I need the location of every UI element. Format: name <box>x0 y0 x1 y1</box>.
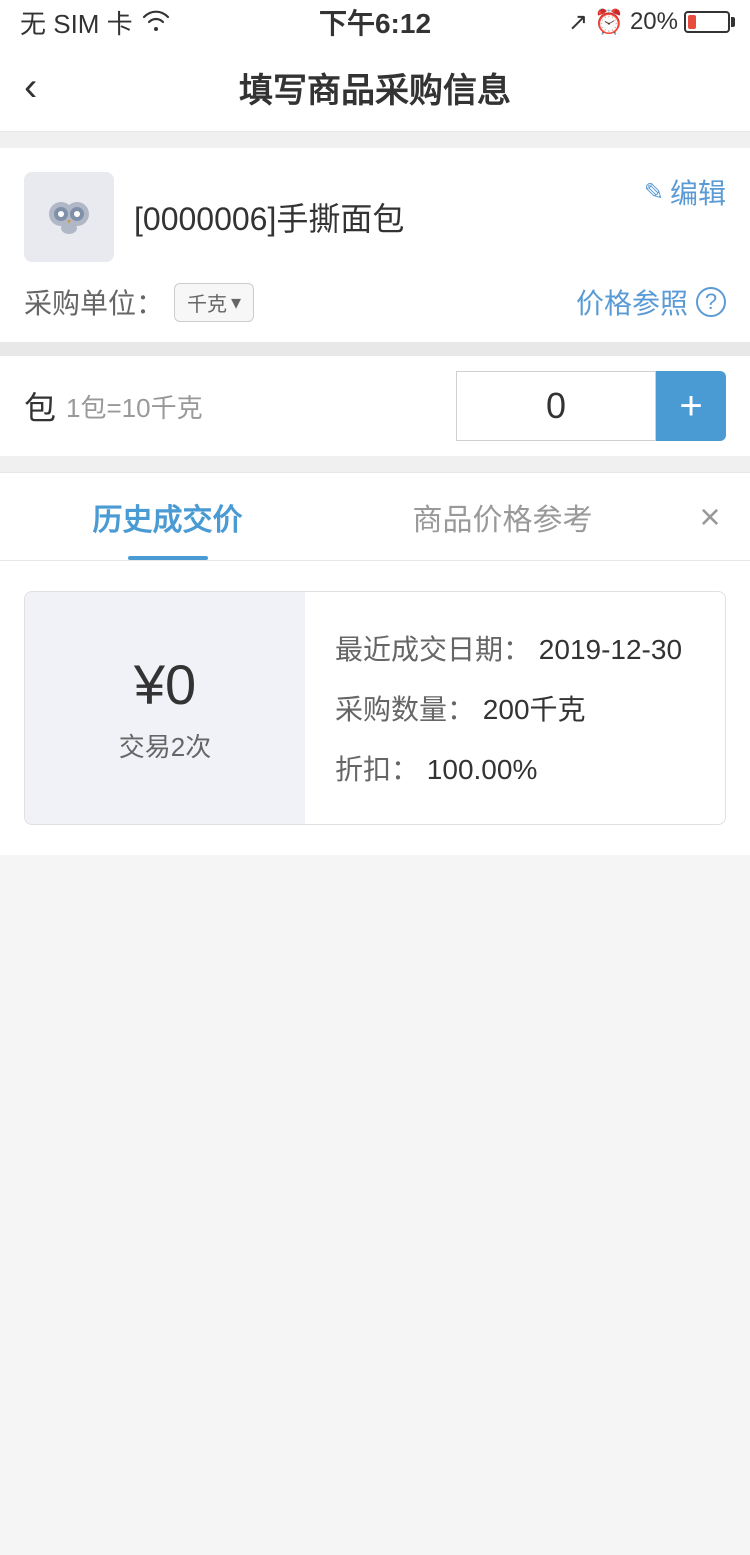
tab-history-label: 历史成交价 <box>93 495 243 539</box>
battery-icon <box>684 11 730 33</box>
package-label: 包 <box>24 383 56 429</box>
unit-select[interactable]: 千克 ▾ <box>174 283 254 322</box>
product-left: [0000006]手撕面包 <box>24 172 404 262</box>
alarm-icon: ⏰ <box>594 8 624 37</box>
product-name: [0000006]手撕面包 <box>134 194 404 240</box>
battery-percent: 20% <box>630 8 678 36</box>
purchase-qty-row: 采购数量： 200千克 <box>335 688 695 728</box>
product-section: [0000006]手撕面包 ✎ 编辑 采购单位： 千克 ▾ 价格参照 ? <box>0 148 750 342</box>
quantity-section: 包 1包=10千克 + <box>0 356 750 456</box>
tab-active-underline <box>128 556 208 560</box>
latest-date-row: 最近成交日期： 2019-12-30 <box>335 628 695 668</box>
section-divider <box>0 342 750 356</box>
tab-price-ref-label: 商品价格参考 <box>413 495 593 539</box>
status-bar: 无 SIM 卡 下午6:12 ↗ ⏰ 20% <box>0 0 750 44</box>
status-right: ↗ ⏰ 20% <box>568 8 730 37</box>
nav-bar: ‹ 填写商品采购信息 <box>0 44 750 132</box>
gps-icon: ↗ <box>568 8 588 37</box>
price-ref-label: 价格参照 <box>576 282 688 322</box>
tab-close-button[interactable]: × <box>670 496 750 538</box>
quantity-controls: + <box>456 371 726 441</box>
product-unit-row: 采购单位： 千克 ▾ 价格参照 ? <box>24 282 726 322</box>
close-icon: × <box>699 496 720 538</box>
tab-section: 历史成交价 商品价格参考 × ¥0 交易2次 最近成交日期： 2019-12-3… <box>0 472 750 855</box>
product-header: [0000006]手撕面包 ✎ 编辑 <box>24 172 726 262</box>
status-time: 下午6:12 <box>319 2 431 42</box>
edit-label: 编辑 <box>670 172 726 212</box>
latest-date-label: 最近成交日期： <box>335 634 531 665</box>
purchase-qty-value: 200千克 <box>483 694 586 725</box>
discount-value: 100.00% <box>427 754 538 785</box>
dropdown-icon: ▾ <box>231 290 241 315</box>
discount-label: 折扣： <box>335 754 419 785</box>
page-title: 填写商品采购信息 <box>239 63 511 112</box>
status-left: 无 SIM 卡 <box>20 4 171 41</box>
edit-icon: ✎ <box>644 178 664 207</box>
history-content: ¥0 交易2次 最近成交日期： 2019-12-30 采购数量： 200千克 折… <box>0 561 750 855</box>
product-logo <box>24 172 114 262</box>
latest-date-value: 2019-12-30 <box>539 634 682 665</box>
quantity-plus-button[interactable]: + <box>656 371 726 441</box>
wifi-icon <box>141 7 171 38</box>
card-info-section: 最近成交日期： 2019-12-30 采购数量： 200千克 折扣： 100.0… <box>305 592 725 824</box>
card-price-section: ¥0 交易2次 <box>25 592 305 824</box>
tab-history[interactable]: 历史成交价 <box>0 473 335 560</box>
quantity-input[interactable] <box>456 371 656 441</box>
discount-row: 折扣： 100.00% <box>335 748 695 788</box>
plus-icon: + <box>679 384 702 429</box>
back-button[interactable]: ‹ <box>24 65 37 110</box>
help-icon: ? <box>696 287 726 317</box>
unit-label: 采购单位： <box>24 282 164 322</box>
edit-button[interactable]: ✎ 编辑 <box>644 172 726 212</box>
carrier-text: 无 SIM 卡 <box>20 4 133 41</box>
tab-price-ref[interactable]: 商品价格参考 <box>335 473 670 560</box>
tab-header: 历史成交价 商品价格参考 × <box>0 473 750 561</box>
back-icon: ‹ <box>24 65 37 110</box>
main-content <box>0 855 750 1555</box>
package-hint: 1包=10千克 <box>66 388 456 425</box>
card-price-value: ¥0 <box>134 652 196 717</box>
purchase-qty-label: 采购数量： <box>335 694 475 725</box>
brand-icon <box>39 192 99 242</box>
card-trade-count: 交易2次 <box>119 727 211 764</box>
unit-value: 千克 <box>187 288 227 317</box>
history-card: ¥0 交易2次 最近成交日期： 2019-12-30 采购数量： 200千克 折… <box>24 591 726 825</box>
price-ref-button[interactable]: 价格参照 ? <box>576 282 726 322</box>
